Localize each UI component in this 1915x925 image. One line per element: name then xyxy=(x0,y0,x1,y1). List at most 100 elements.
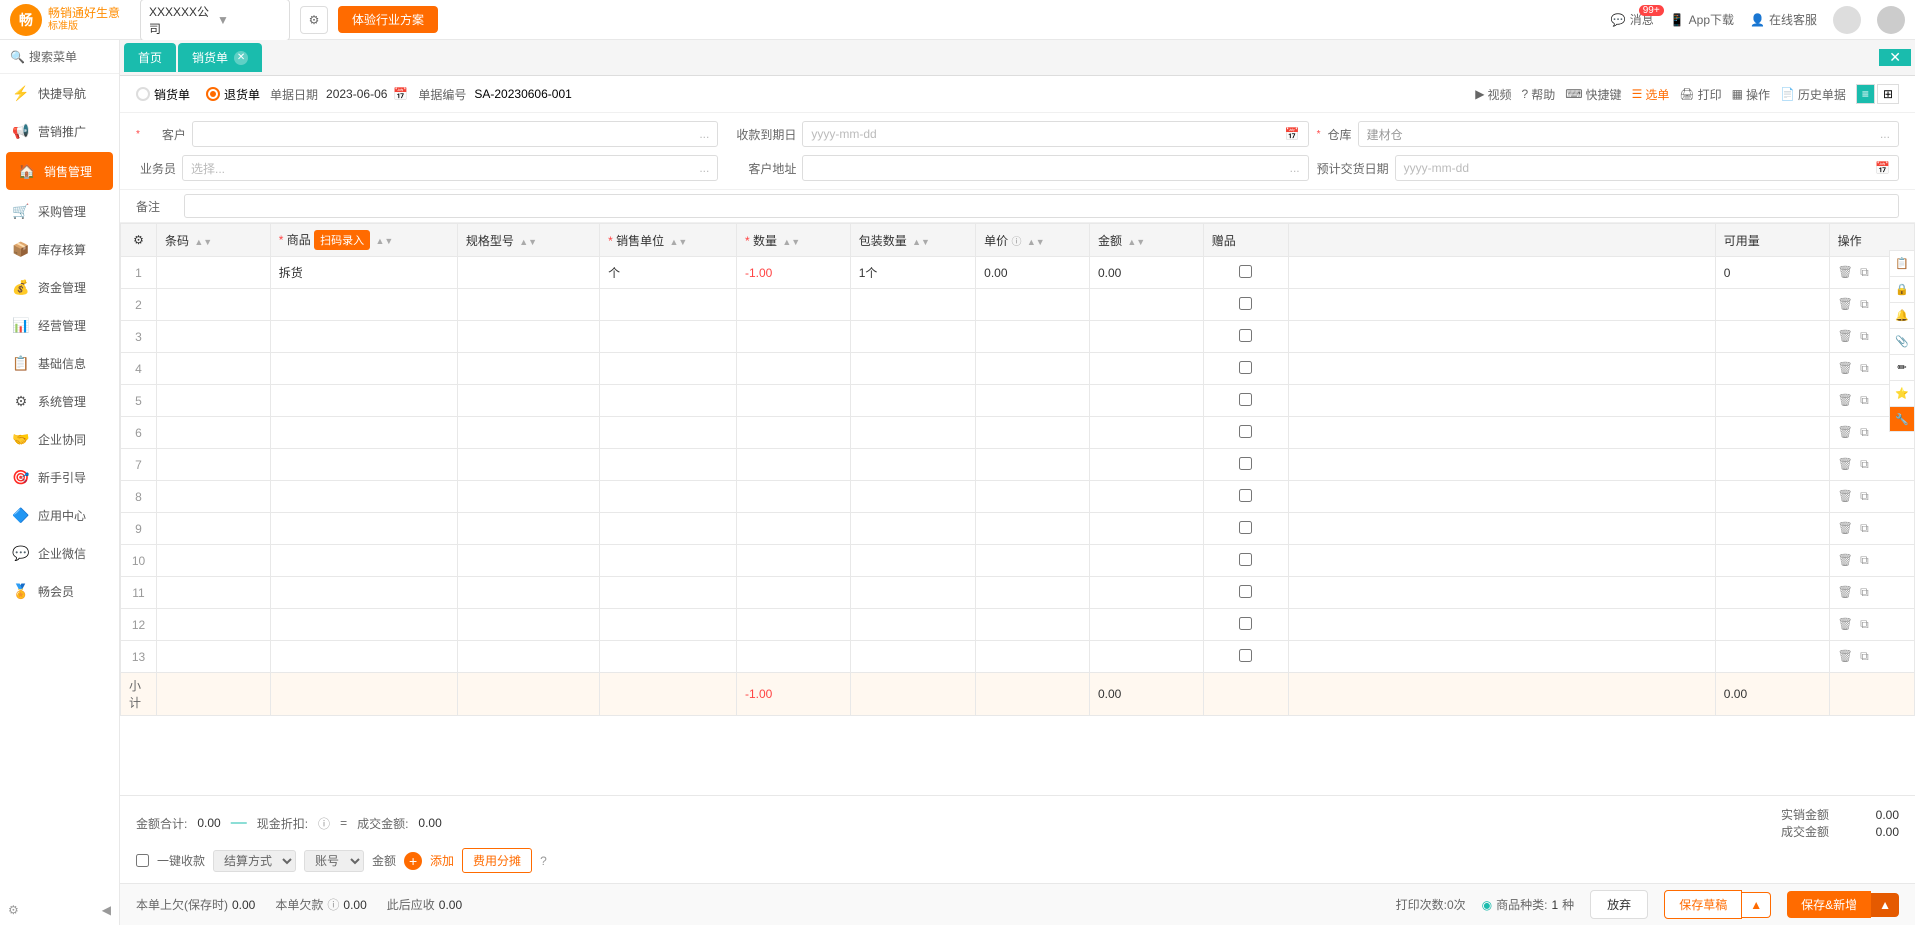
row-unit-4[interactable] xyxy=(600,353,737,385)
row-qty-9[interactable] xyxy=(736,513,850,545)
customer-address-input[interactable]: ... xyxy=(802,155,1308,181)
row-pack-2[interactable] xyxy=(850,289,975,321)
sidebar-item-guide[interactable]: 🎯 新手引导 xyxy=(0,458,119,496)
row-unit-3[interactable] xyxy=(600,321,737,353)
right-tool-6[interactable]: ⭐ xyxy=(1889,380,1915,406)
row-barcode-2[interactable] xyxy=(157,289,271,321)
save-new-arrow[interactable]: ▲ xyxy=(1871,893,1899,917)
row-copy-1[interactable]: ⧉ xyxy=(1860,265,1869,279)
row-gift-9[interactable] xyxy=(1203,513,1288,545)
row-pack-13[interactable] xyxy=(850,641,975,673)
row-spec-13[interactable] xyxy=(457,641,599,673)
gift-checkbox-7[interactable] xyxy=(1239,457,1252,470)
row-qty-7[interactable] xyxy=(736,449,850,481)
right-tool-4[interactable]: 📎 xyxy=(1889,328,1915,354)
row-pack-1[interactable]: 1个 xyxy=(850,257,975,289)
sort-unit[interactable]: ▲▼ xyxy=(670,238,688,247)
app-download-button[interactable]: 📱 App下载 xyxy=(1670,11,1734,28)
row-pack-6[interactable] xyxy=(850,417,975,449)
sidebar-item-quick-nav[interactable]: ⚡ 快捷导航 xyxy=(0,74,119,112)
row-unit-2[interactable] xyxy=(600,289,737,321)
row-product-6[interactable] xyxy=(270,417,457,449)
row-barcode-5[interactable] xyxy=(157,385,271,417)
row-copy-12[interactable]: ⧉ xyxy=(1860,617,1869,631)
right-tool-7[interactable]: 🔧 xyxy=(1889,406,1915,432)
row-price-3[interactable] xyxy=(976,321,1090,353)
row-qty-8[interactable] xyxy=(736,481,850,513)
sidebar-item-inventory[interactable]: 📦 库存核算 xyxy=(0,230,119,268)
row-price-6[interactable] xyxy=(976,417,1090,449)
row-spec-3[interactable] xyxy=(457,321,599,353)
row-copy-3[interactable]: ⧉ xyxy=(1860,329,1869,343)
sidebar-item-purchase[interactable]: 🛒 采购管理 xyxy=(0,192,119,230)
row-amount-4[interactable] xyxy=(1089,353,1203,385)
gift-checkbox-13[interactable] xyxy=(1239,649,1252,662)
row-barcode-1[interactable] xyxy=(157,257,271,289)
row-pack-9[interactable] xyxy=(850,513,975,545)
row-delete-7[interactable]: 🗑 xyxy=(1838,457,1853,471)
row-amount-6[interactable] xyxy=(1089,417,1203,449)
row-product-2[interactable] xyxy=(270,289,457,321)
row-barcode-10[interactable] xyxy=(157,545,271,577)
date-value[interactable]: 2023-06-06 xyxy=(326,87,387,101)
row-gift-13[interactable] xyxy=(1203,641,1288,673)
row-delete-2[interactable]: 🗑 xyxy=(1838,297,1853,311)
sidebar-item-appstore[interactable]: 🔷 应用中心 xyxy=(0,496,119,534)
video-button[interactable]: ▶ 视频 xyxy=(1475,86,1511,103)
row-delete-11[interactable]: 🗑 xyxy=(1838,585,1853,599)
discount-info-icon[interactable]: ⓘ xyxy=(318,815,330,832)
row-price-1[interactable]: 0.00 xyxy=(976,257,1090,289)
row-copy-7[interactable]: ⧉ xyxy=(1860,457,1869,471)
sidebar-item-enterprise[interactable]: 🤝 企业协同 xyxy=(0,420,119,458)
row-product-9[interactable] xyxy=(270,513,457,545)
row-delete-13[interactable]: 🗑 xyxy=(1838,649,1853,663)
settlement-select[interactable]: 结算方式 xyxy=(213,850,296,872)
product-kind-icon[interactable]: ◉ xyxy=(1482,898,1492,912)
gift-checkbox-5[interactable] xyxy=(1239,393,1252,406)
row-delete-3[interactable]: 🗑 xyxy=(1838,329,1853,343)
row-amount-2[interactable] xyxy=(1089,289,1203,321)
row-product-5[interactable] xyxy=(270,385,457,417)
row-pack-8[interactable] xyxy=(850,481,975,513)
sidebar-item-business[interactable]: 📊 经营管理 xyxy=(0,306,119,344)
sort-pack[interactable]: ▲▼ xyxy=(912,238,930,247)
gift-checkbox-4[interactable] xyxy=(1239,361,1252,374)
row-gift-12[interactable] xyxy=(1203,609,1288,641)
row-product-13[interactable] xyxy=(270,641,457,673)
operation-button[interactable]: ▦ 操作 xyxy=(1732,86,1770,103)
row-gift-7[interactable] xyxy=(1203,449,1288,481)
list-view-button[interactable]: ≡ xyxy=(1856,84,1875,104)
row-barcode-12[interactable] xyxy=(157,609,271,641)
tab-home[interactable]: 首页 xyxy=(124,43,176,72)
row-barcode-9[interactable] xyxy=(157,513,271,545)
discard-button[interactable]: 放弃 xyxy=(1590,890,1648,919)
gift-checkbox-8[interactable] xyxy=(1239,489,1252,502)
row-copy-10[interactable]: ⧉ xyxy=(1860,553,1869,567)
row-qty-2[interactable] xyxy=(736,289,850,321)
sidebar-settings-icon[interactable]: ⚙ xyxy=(8,903,19,917)
row-qty-4[interactable] xyxy=(736,353,850,385)
row-delete-6[interactable]: 🗑 xyxy=(1838,425,1853,439)
th-settings[interactable]: ⚙ xyxy=(121,224,157,257)
row-product-4[interactable] xyxy=(270,353,457,385)
row-amount-12[interactable] xyxy=(1089,609,1203,641)
row-qty-3[interactable] xyxy=(736,321,850,353)
row-spec-10[interactable] xyxy=(457,545,599,577)
warehouse-input[interactable]: 建材仓 ... xyxy=(1358,121,1899,147)
row-amount-8[interactable] xyxy=(1089,481,1203,513)
customer-input[interactable]: ... xyxy=(192,121,718,147)
avatar2[interactable] xyxy=(1877,6,1905,34)
row-spec-8[interactable] xyxy=(457,481,599,513)
row-qty-12[interactable] xyxy=(736,609,850,641)
row-amount-7[interactable] xyxy=(1089,449,1203,481)
row-barcode-11[interactable] xyxy=(157,577,271,609)
row-delete-8[interactable]: 🗑 xyxy=(1838,489,1853,503)
row-gift-6[interactable] xyxy=(1203,417,1288,449)
row-spec-5[interactable] xyxy=(457,385,599,417)
row-qty-13[interactable] xyxy=(736,641,850,673)
row-unit-8[interactable] xyxy=(600,481,737,513)
row-gift-5[interactable] xyxy=(1203,385,1288,417)
row-spec-1[interactable] xyxy=(457,257,599,289)
row-gift-4[interactable] xyxy=(1203,353,1288,385)
sidebar-item-finance[interactable]: 💰 资金管理 xyxy=(0,268,119,306)
